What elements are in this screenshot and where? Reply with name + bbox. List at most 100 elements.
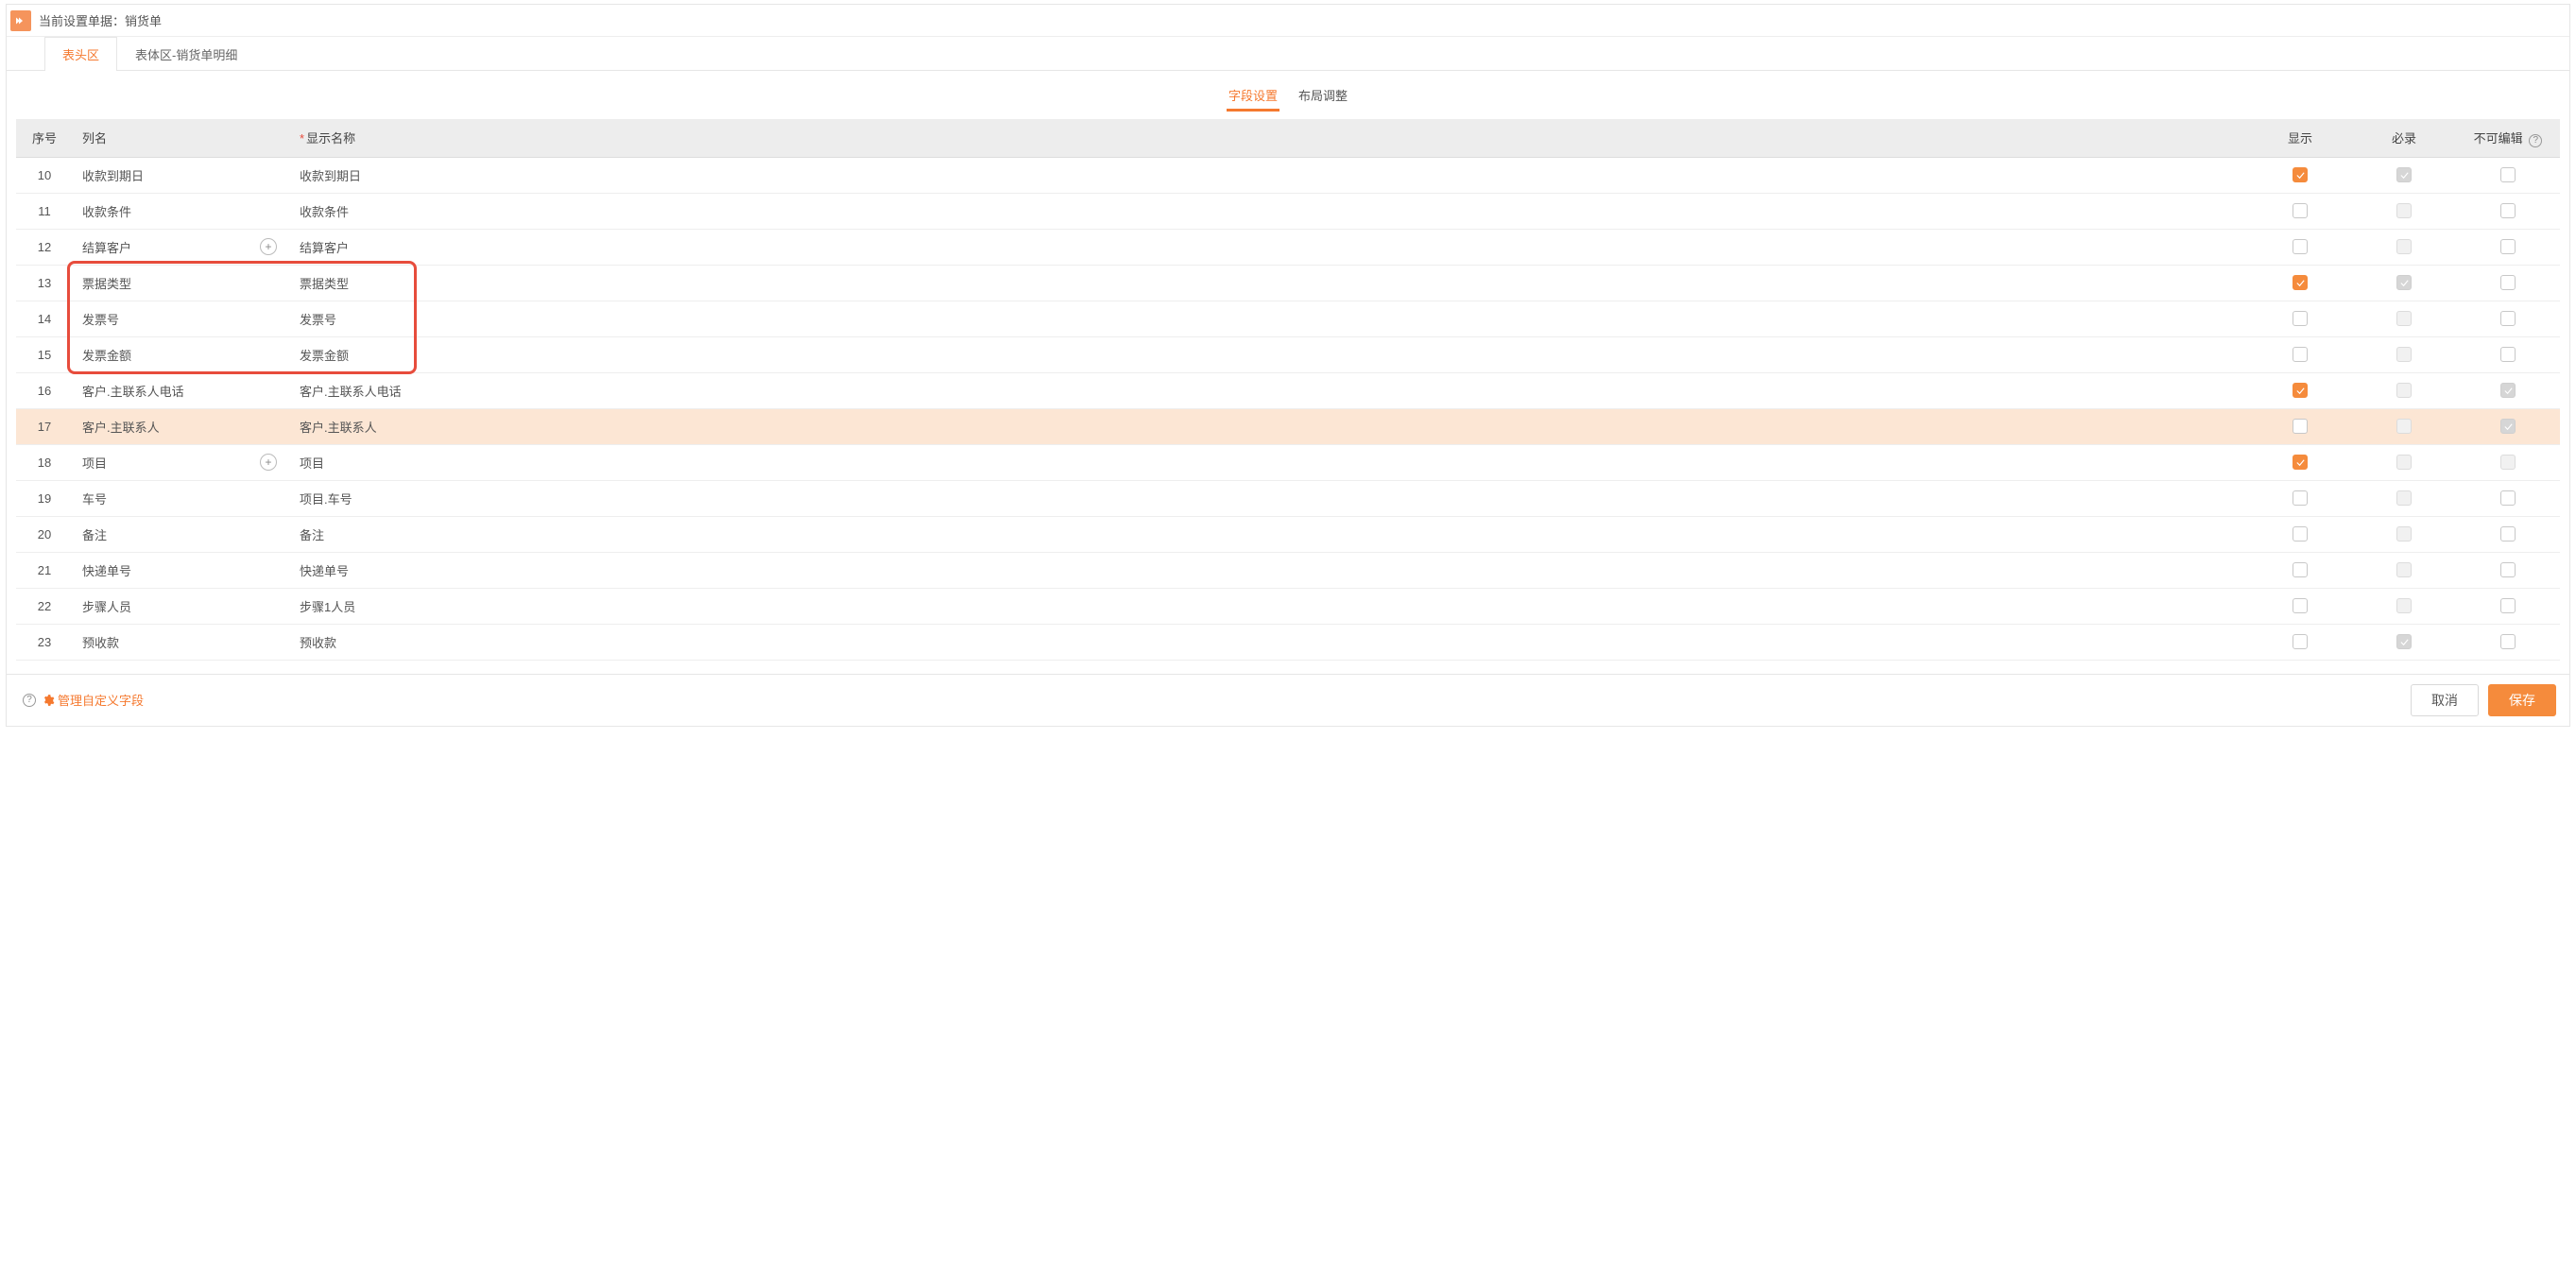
table-row: 19车号项目.车号 — [16, 480, 2560, 516]
row-display[interactable]: 预收款 — [290, 624, 2248, 660]
readonly-checkbox[interactable] — [2500, 562, 2516, 577]
table-row: 20备注备注 — [16, 516, 2560, 552]
show-checkbox[interactable] — [2293, 275, 2308, 290]
row-name: 发票金额 — [73, 336, 290, 372]
required-checkbox — [2396, 526, 2412, 541]
readonly-checkbox[interactable] — [2500, 598, 2516, 613]
table-row: 13票据类型票据类型 — [16, 265, 2560, 301]
row-display[interactable]: 项目.车号 — [290, 480, 2248, 516]
row-display[interactable]: 客户.主联系人电话 — [290, 372, 2248, 408]
row-seq: 17 — [16, 408, 73, 444]
primary-tab[interactable]: 表体区-销货单明细 — [117, 37, 255, 71]
readonly-checkbox[interactable] — [2500, 490, 2516, 506]
expand-panel-button[interactable] — [10, 10, 31, 31]
table-row: 18项目+项目 — [16, 444, 2560, 480]
manage-custom-fields-link[interactable]: 管理自定义字段 — [58, 691, 144, 709]
required-checkbox — [2396, 419, 2412, 434]
row-display[interactable]: 客户.主联系人 — [290, 408, 2248, 444]
footer: ? 管理自定义字段 取消 保存 — [7, 674, 2569, 726]
row-name: 快递单号 — [73, 552, 290, 588]
row-display[interactable]: 步骤1人员 — [290, 588, 2248, 624]
row-seq: 11 — [16, 193, 73, 229]
secondary-tabs: 字段设置布局调整 — [7, 71, 2569, 119]
readonly-checkbox[interactable] — [2500, 167, 2516, 182]
readonly-checkbox[interactable] — [2500, 311, 2516, 326]
show-checkbox[interactable] — [2293, 526, 2308, 541]
show-checkbox[interactable] — [2293, 203, 2308, 218]
title-prefix: 当前设置单据： — [39, 14, 125, 28]
row-name: 客户.主联系人电话 — [73, 372, 290, 408]
row-display[interactable]: 收款条件 — [290, 193, 2248, 229]
show-checkbox[interactable] — [2293, 383, 2308, 398]
fields-table: 序号 列名 *显示名称 显示 必录 不可编辑 ? 10收款到期日收款到期日11收… — [16, 119, 2560, 661]
row-name: 备注 — [73, 516, 290, 552]
add-icon[interactable]: + — [260, 454, 277, 471]
required-checkbox — [2396, 239, 2412, 254]
row-name: 客户.主联系人 — [73, 408, 290, 444]
show-checkbox[interactable] — [2293, 455, 2308, 470]
row-display[interactable]: 快递单号 — [290, 552, 2248, 588]
row-name: 收款条件 — [73, 193, 290, 229]
row-seq: 19 — [16, 480, 73, 516]
save-button[interactable]: 保存 — [2488, 684, 2556, 716]
col-show-header: 显示 — [2248, 119, 2352, 157]
required-checkbox — [2396, 455, 2412, 470]
table-row: 10收款到期日收款到期日 — [16, 157, 2560, 193]
show-checkbox[interactable] — [2293, 634, 2308, 649]
row-seq: 13 — [16, 265, 73, 301]
readonly-checkbox[interactable] — [2500, 347, 2516, 362]
show-checkbox[interactable] — [2293, 598, 2308, 613]
add-icon[interactable]: + — [260, 238, 277, 255]
row-display[interactable]: 收款到期日 — [290, 157, 2248, 193]
help-icon[interactable]: ? — [2529, 134, 2542, 147]
primary-tab[interactable]: 表头区 — [44, 37, 117, 71]
required-checkbox — [2396, 203, 2412, 218]
show-checkbox[interactable] — [2293, 311, 2308, 326]
row-name: 项目+ — [73, 444, 290, 480]
topbar: 当前设置单据：销货单 — [7, 5, 2569, 37]
cancel-button[interactable]: 取消 — [2411, 684, 2479, 716]
readonly-checkbox[interactable] — [2500, 203, 2516, 218]
row-seq: 22 — [16, 588, 73, 624]
row-display[interactable]: 票据类型 — [290, 265, 2248, 301]
secondary-tab[interactable]: 字段设置 — [1227, 82, 1279, 112]
show-checkbox[interactable] — [2293, 167, 2308, 182]
show-checkbox[interactable] — [2293, 562, 2308, 577]
show-checkbox[interactable] — [2293, 419, 2308, 434]
col-seq-header: 序号 — [16, 119, 73, 157]
col-name-header: 列名 — [73, 119, 290, 157]
readonly-checkbox[interactable] — [2500, 634, 2516, 649]
row-name: 步骤人员 — [73, 588, 290, 624]
row-name: 发票号 — [73, 301, 290, 336]
secondary-tab[interactable]: 布局调整 — [1297, 82, 1349, 112]
row-seq: 15 — [16, 336, 73, 372]
row-display[interactable]: 发票号 — [290, 301, 2248, 336]
readonly-checkbox[interactable] — [2500, 526, 2516, 541]
row-seq: 20 — [16, 516, 73, 552]
row-name: 收款到期日 — [73, 157, 290, 193]
readonly-checkbox — [2500, 455, 2516, 470]
required-checkbox — [2396, 634, 2412, 649]
readonly-checkbox[interactable] — [2500, 239, 2516, 254]
row-seq: 10 — [16, 157, 73, 193]
readonly-checkbox[interactable] — [2500, 275, 2516, 290]
table-row: 11收款条件收款条件 — [16, 193, 2560, 229]
row-seq: 21 — [16, 552, 73, 588]
row-display[interactable]: 项目 — [290, 444, 2248, 480]
row-display[interactable]: 结算客户 — [290, 229, 2248, 265]
row-name: 票据类型 — [73, 265, 290, 301]
readonly-checkbox — [2500, 383, 2516, 398]
table-row: 16客户.主联系人电话客户.主联系人电话 — [16, 372, 2560, 408]
row-display[interactable]: 发票金额 — [290, 336, 2248, 372]
primary-tabs: 表头区表体区-销货单明细 — [7, 37, 2569, 71]
show-checkbox[interactable] — [2293, 490, 2308, 506]
col-readonly-header: 不可编辑 ? — [2456, 119, 2560, 157]
required-checkbox — [2396, 490, 2412, 506]
required-checkbox — [2396, 383, 2412, 398]
show-checkbox[interactable] — [2293, 239, 2308, 254]
col-display-header: *显示名称 — [290, 119, 2248, 157]
row-name: 车号 — [73, 480, 290, 516]
show-checkbox[interactable] — [2293, 347, 2308, 362]
row-display[interactable]: 备注 — [290, 516, 2248, 552]
help-icon[interactable]: ? — [23, 694, 36, 707]
